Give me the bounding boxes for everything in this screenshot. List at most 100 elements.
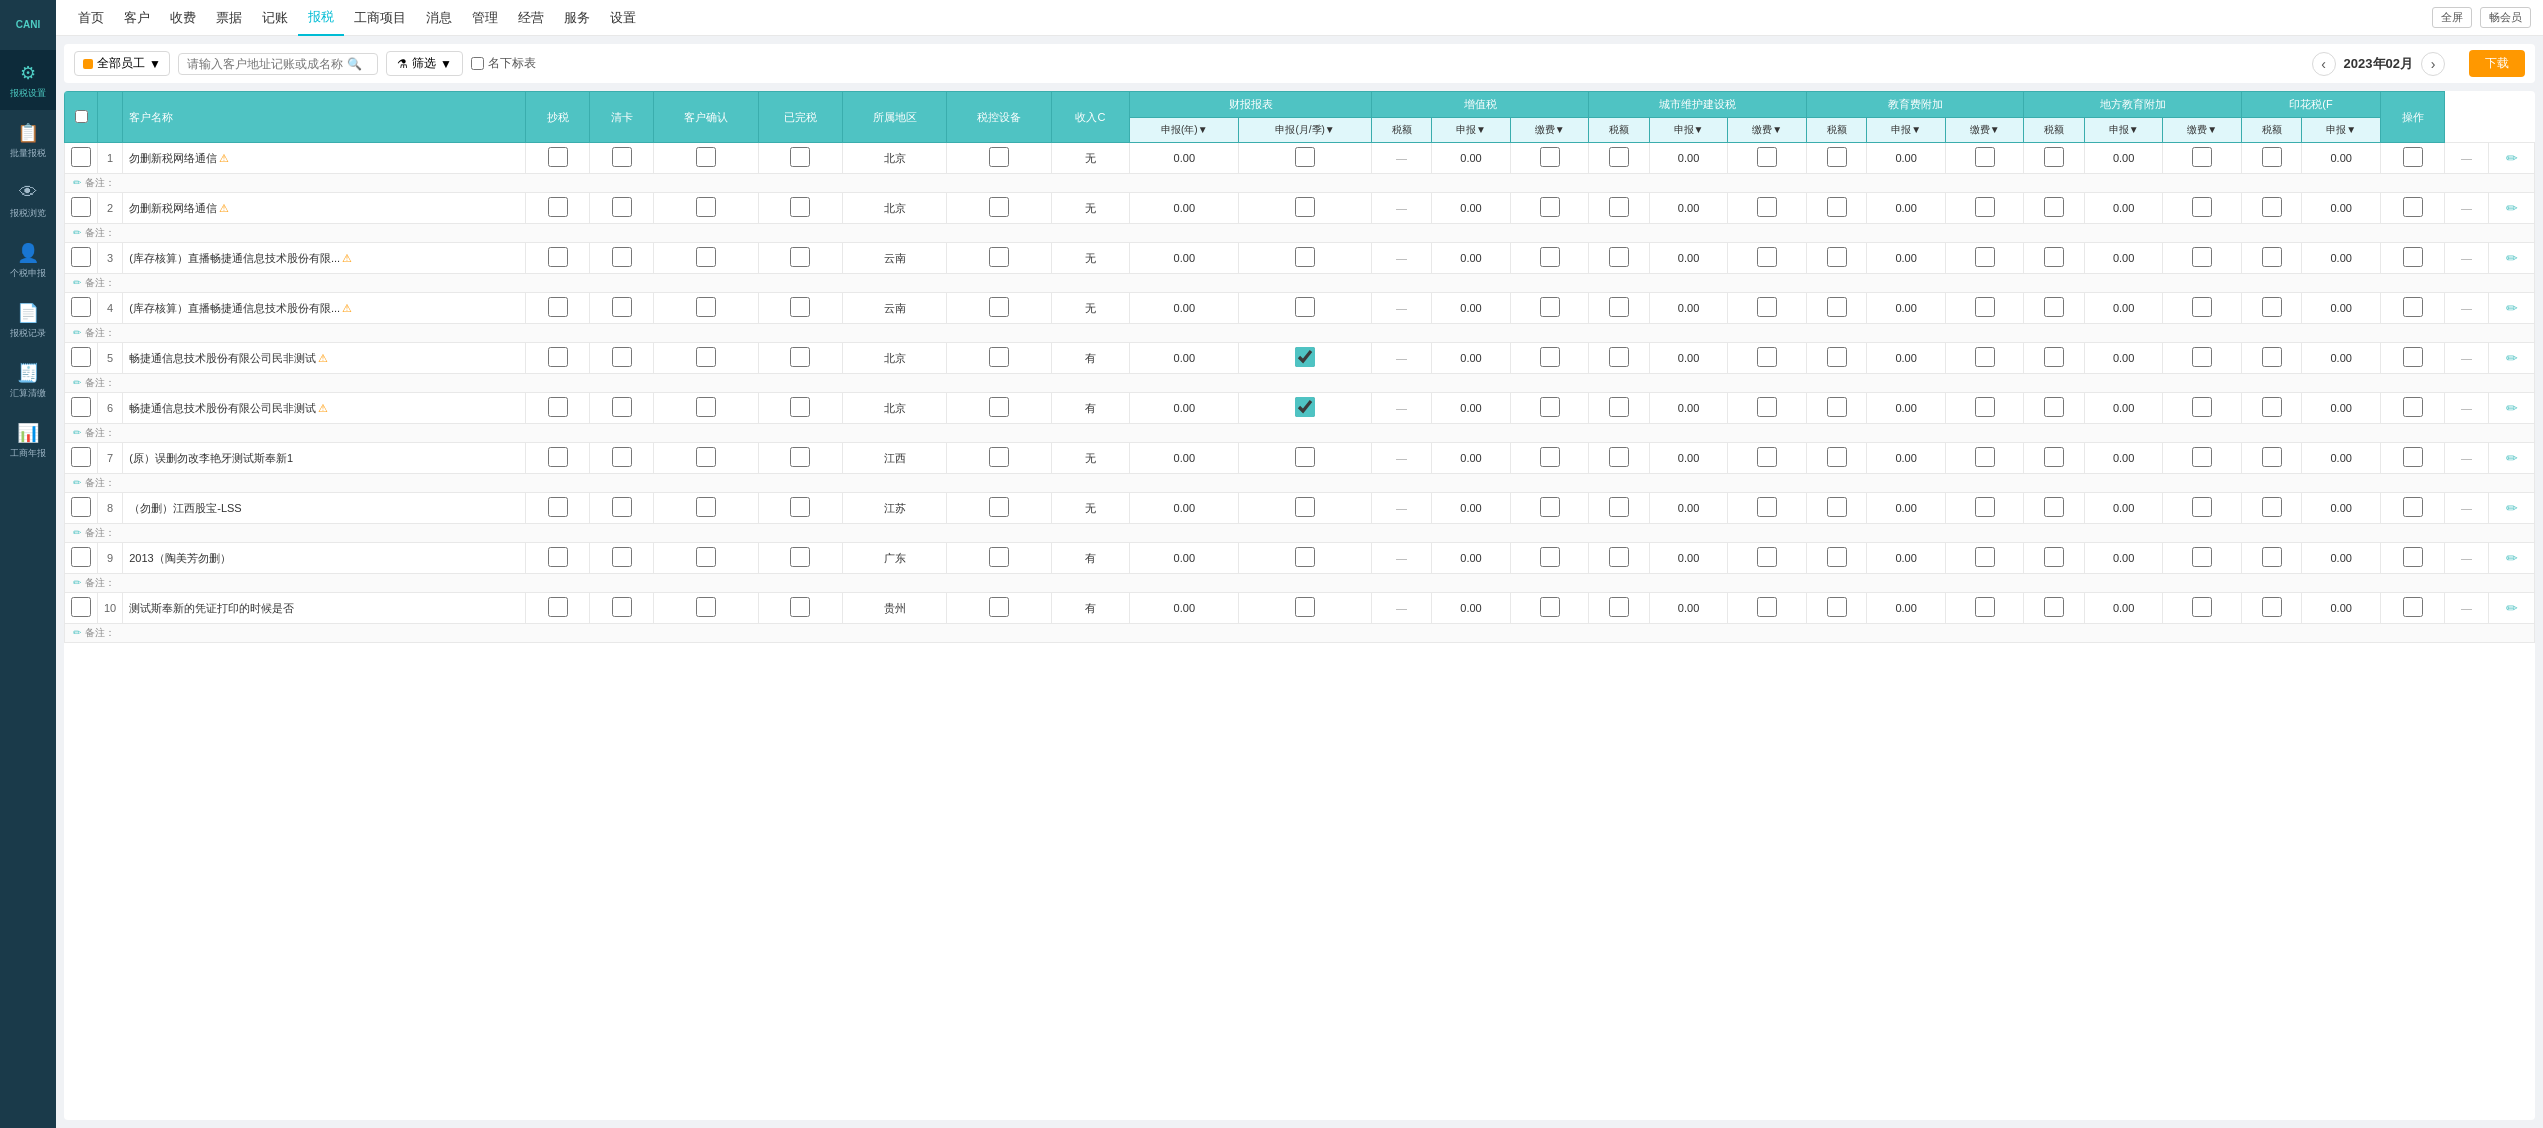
row-shuikong-checkbox[interactable] bbox=[989, 347, 1009, 367]
row-querenren-checkbox[interactable] bbox=[696, 247, 716, 267]
row-difang-shenbao-checkbox[interactable] bbox=[2192, 397, 2212, 417]
row-querenren-checkbox[interactable] bbox=[696, 147, 716, 167]
row-qingka-checkbox[interactable] bbox=[612, 297, 632, 317]
nav-setting[interactable]: 设置 bbox=[600, 0, 646, 36]
nav-operation[interactable]: 经营 bbox=[508, 0, 554, 36]
row-caiwu-month-checkbox[interactable] bbox=[1295, 347, 1315, 367]
row-edit[interactable]: ✏ bbox=[2489, 543, 2535, 574]
row-edit[interactable]: ✏ bbox=[2489, 143, 2535, 174]
row-yinhua-shenbao-checkbox[interactable] bbox=[2403, 547, 2423, 567]
row-qingka-checkbox[interactable] bbox=[612, 397, 632, 417]
row-shuikong-checkbox[interactable] bbox=[989, 397, 1009, 417]
row-querenren-checkbox[interactable] bbox=[696, 547, 716, 567]
edit-icon[interactable]: ✏ bbox=[2506, 250, 2518, 266]
row-chengshi-jiaofei-checkbox[interactable] bbox=[1827, 497, 1847, 517]
row-yiwanshui-checkbox[interactable] bbox=[790, 247, 810, 267]
row-checkbox[interactable] bbox=[71, 597, 91, 617]
row-difang-jiaofei-checkbox[interactable] bbox=[2262, 197, 2282, 217]
row-difang-shenbao-checkbox[interactable] bbox=[2192, 547, 2212, 567]
row-caiwu-month-checkbox[interactable] bbox=[1295, 297, 1315, 317]
edit-icon[interactable]: ✏ bbox=[2506, 200, 2518, 216]
row-yiwanshui-checkbox[interactable] bbox=[790, 447, 810, 467]
edit-icon[interactable]: ✏ bbox=[2506, 300, 2518, 316]
row-yinhua-shenbao-checkbox[interactable] bbox=[2403, 197, 2423, 217]
row-zengjian-shenbao-checkbox[interactable] bbox=[1540, 447, 1560, 467]
row-checkbox[interactable] bbox=[71, 447, 91, 467]
row-querenren-checkbox[interactable] bbox=[696, 597, 716, 617]
nav-service[interactable]: 服务 bbox=[554, 0, 600, 36]
row-caiwu-month-checkbox[interactable] bbox=[1295, 497, 1315, 517]
name-tag-checkbox[interactable] bbox=[471, 57, 484, 70]
row-yinhua-shenbao-checkbox[interactable] bbox=[2403, 447, 2423, 467]
row-zengjian-shenbao-checkbox[interactable] bbox=[1540, 197, 1560, 217]
row-chengshi-jiaofei-checkbox[interactable] bbox=[1827, 397, 1847, 417]
row-chengshi-shenbao-checkbox[interactable] bbox=[1757, 297, 1777, 317]
nav-bill[interactable]: 票据 bbox=[206, 0, 252, 36]
row-difang-shenbao-checkbox[interactable] bbox=[2192, 597, 2212, 617]
row-difang-shenbao-checkbox[interactable] bbox=[2192, 147, 2212, 167]
row-chengshi-shenbao-checkbox[interactable] bbox=[1757, 247, 1777, 267]
row-querenren-checkbox[interactable] bbox=[696, 347, 716, 367]
row-yinhua-shenbao-checkbox[interactable] bbox=[2403, 297, 2423, 317]
row-zengjian-jiaofei-checkbox[interactable] bbox=[1609, 197, 1629, 217]
row-jiaoyu-jiaofei-checkbox[interactable] bbox=[2044, 597, 2064, 617]
row-shuikong-checkbox[interactable] bbox=[989, 447, 1009, 467]
row-difang-jiaofei-checkbox[interactable] bbox=[2262, 497, 2282, 517]
row-jiaoyu-shenbao-checkbox[interactable] bbox=[1975, 447, 1995, 467]
row-edit[interactable]: ✏ bbox=[2489, 493, 2535, 524]
row-difang-shenbao-checkbox[interactable] bbox=[2192, 447, 2212, 467]
row-yiwanshui-checkbox[interactable] bbox=[790, 147, 810, 167]
row-caiwu-month-checkbox[interactable] bbox=[1295, 147, 1315, 167]
row-jiaoyu-jiaofei-checkbox[interactable] bbox=[2044, 147, 2064, 167]
row-chengshi-jiaofei-checkbox[interactable] bbox=[1827, 247, 1847, 267]
row-qingka-checkbox[interactable] bbox=[612, 147, 632, 167]
row-shuikong-checkbox[interactable] bbox=[989, 297, 1009, 317]
edit-icon[interactable]: ✏ bbox=[2506, 150, 2518, 166]
row-jiaoyu-jiaofei-checkbox[interactable] bbox=[2044, 347, 2064, 367]
row-chengshi-jiaofei-checkbox[interactable] bbox=[1827, 197, 1847, 217]
row-edit[interactable]: ✏ bbox=[2489, 243, 2535, 274]
row-querenren-checkbox[interactable] bbox=[696, 197, 716, 217]
nav-homepage[interactable]: 首页 bbox=[68, 0, 114, 36]
sidebar-item-baoshuishezhi[interactable]: ⚙ 报税设置 bbox=[0, 50, 56, 110]
row-chengshi-shenbao-checkbox[interactable] bbox=[1757, 547, 1777, 567]
edit-icon[interactable]: ✏ bbox=[2506, 400, 2518, 416]
row-yiwanshui-checkbox[interactable] bbox=[790, 597, 810, 617]
edit-icon[interactable]: ✏ bbox=[2506, 550, 2518, 566]
row-chengshi-shenbao-checkbox[interactable] bbox=[1757, 447, 1777, 467]
row-jiaoyu-jiaofei-checkbox[interactable] bbox=[2044, 297, 2064, 317]
row-yinhua-shenbao-checkbox[interactable] bbox=[2403, 397, 2423, 417]
row-jiaoyu-jiaofei-checkbox[interactable] bbox=[2044, 397, 2064, 417]
row-difang-jiaofei-checkbox[interactable] bbox=[2262, 597, 2282, 617]
row-yiwanshui-checkbox[interactable] bbox=[790, 397, 810, 417]
row-chaoshui-checkbox[interactable] bbox=[548, 147, 568, 167]
row-chengshi-jiaofei-checkbox[interactable] bbox=[1827, 147, 1847, 167]
row-jiaoyu-shenbao-checkbox[interactable] bbox=[1975, 197, 1995, 217]
row-chaoshui-checkbox[interactable] bbox=[548, 197, 568, 217]
row-shuikong-checkbox[interactable] bbox=[989, 597, 1009, 617]
row-chengshi-jiaofei-checkbox[interactable] bbox=[1827, 597, 1847, 617]
row-jiaoyu-shenbao-checkbox[interactable] bbox=[1975, 597, 1995, 617]
row-checkbox[interactable] bbox=[71, 497, 91, 517]
download-button[interactable]: 下载 bbox=[2469, 50, 2525, 77]
row-shuikong-checkbox[interactable] bbox=[989, 247, 1009, 267]
row-zengjian-jiaofei-checkbox[interactable] bbox=[1609, 497, 1629, 517]
row-chengshi-jiaofei-checkbox[interactable] bbox=[1827, 447, 1847, 467]
row-difang-shenbao-checkbox[interactable] bbox=[2192, 297, 2212, 317]
row-difang-jiaofei-checkbox[interactable] bbox=[2262, 147, 2282, 167]
row-chaoshui-checkbox[interactable] bbox=[548, 247, 568, 267]
employee-filter[interactable]: 全部员工 ▼ bbox=[74, 51, 170, 76]
row-jiaoyu-jiaofei-checkbox[interactable] bbox=[2044, 547, 2064, 567]
row-chengshi-shenbao-checkbox[interactable] bbox=[1757, 597, 1777, 617]
row-jiaoyu-jiaofei-checkbox[interactable] bbox=[2044, 447, 2064, 467]
row-difang-jiaofei-checkbox[interactable] bbox=[2262, 547, 2282, 567]
sidebar-item-geshui[interactable]: 👤 个税申报 bbox=[0, 230, 56, 290]
row-zengjian-jiaofei-checkbox[interactable] bbox=[1609, 297, 1629, 317]
row-chengshi-jiaofei-checkbox[interactable] bbox=[1827, 547, 1847, 567]
row-zengjian-shenbao-checkbox[interactable] bbox=[1540, 147, 1560, 167]
filter-button[interactable]: ⚗ 筛选 ▼ bbox=[386, 51, 463, 76]
sidebar-item-baoshuilanlan[interactable]: 👁 报税浏览 bbox=[0, 170, 56, 230]
row-zengjian-shenbao-checkbox[interactable] bbox=[1540, 397, 1560, 417]
row-chengshi-shenbao-checkbox[interactable] bbox=[1757, 347, 1777, 367]
row-zengjian-jiaofei-checkbox[interactable] bbox=[1609, 147, 1629, 167]
